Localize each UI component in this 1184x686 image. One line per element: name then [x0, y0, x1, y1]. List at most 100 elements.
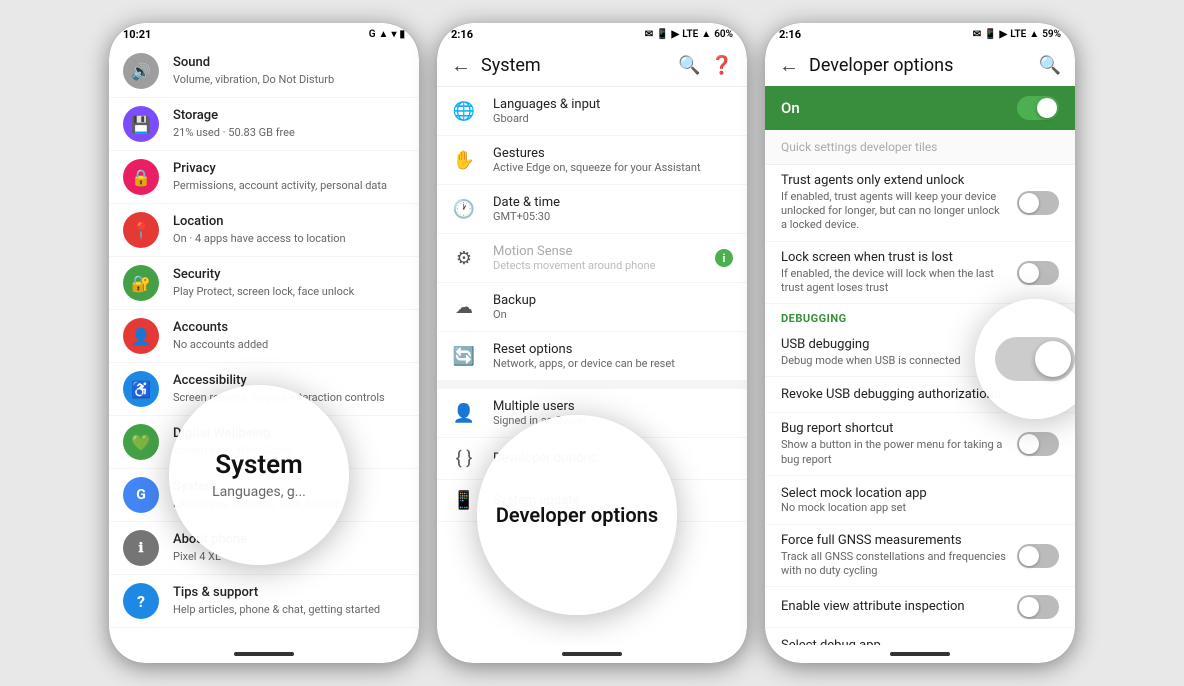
gnss-text: Force full GNSS measurements Track all G…: [781, 533, 1007, 578]
security-subtitle: Play Protect, screen lock, face unlock: [173, 285, 405, 299]
languages-icon: 🌐: [451, 101, 477, 122]
gnss-toggle[interactable]: [1017, 544, 1059, 568]
trust-agents-toggle[interactable]: [1017, 191, 1059, 215]
privacy-icon: 🔒: [123, 159, 159, 195]
sys-item-motion[interactable]: ⚙ Motion Sense Detects movement around p…: [437, 234, 747, 283]
lock-screen-text: Lock screen when trust is lost If enable…: [781, 250, 1007, 295]
dev-item-view-attr[interactable]: Enable view attribute inspection: [765, 587, 1075, 628]
dev-item-debug-app[interactable]: Select debug app: [765, 628, 1075, 645]
section-divider-2: [437, 381, 747, 389]
home-bar-line-3: [890, 652, 950, 656]
home-bar-2: [437, 645, 747, 663]
sys-item-backup[interactable]: ☁ Backup On: [437, 283, 747, 332]
settings-item-sound[interactable]: 🔊 Sound Volume, vibration, Do Not Distur…: [109, 45, 419, 98]
motion-icon: ⚙: [451, 248, 477, 269]
about-icon: ℹ: [123, 530, 159, 566]
settings-item-privacy[interactable]: 🔒 Privacy Permissions, account activity,…: [109, 151, 419, 204]
sound-title: Sound: [173, 55, 405, 72]
sys-item-reset[interactable]: 🔄 Reset options Network, apps, or device…: [437, 332, 747, 381]
settings-item-tips[interactable]: ? Tips & support Help articles, phone & …: [109, 575, 419, 628]
settings-item-accounts[interactable]: 👤 Accounts No accounts added: [109, 310, 419, 363]
system-zoom-overlay: System Languages, g...: [169, 385, 349, 565]
sys-item-languages[interactable]: 🌐 Languages & input Gboard: [437, 87, 747, 136]
battery-icon-2: 60%: [714, 29, 733, 40]
status-icons-1: G ▲ ▾ ▮: [369, 29, 405, 40]
search-icon-2[interactable]: 🔍: [678, 55, 700, 76]
google-g-icon: G: [369, 29, 376, 40]
usb-debug-big-toggle[interactable]: [995, 337, 1075, 381]
system-top-bar: ← System 🔍 ❓: [437, 45, 747, 87]
developer-zoom-overlay: Developer options: [477, 415, 677, 615]
privacy-subtitle: Permissions, account activity, personal …: [173, 179, 405, 193]
settings-item-security[interactable]: 🔐 Security Play Protect, screen lock, fa…: [109, 257, 419, 310]
phone-2: 2:16 ✉ 📱 ▶ LTE ▲ 60% ← System 🔍 ❓ 🌐 Lang…: [437, 23, 747, 663]
sys-item-datetime[interactable]: 🕐 Date & time GMT+05:30: [437, 185, 747, 234]
developer-mode-toggle[interactable]: [1017, 96, 1059, 120]
toggle-thumb-on: [1037, 98, 1057, 118]
developer-icon: { }: [451, 448, 477, 469]
gestures-icon: ✋: [451, 150, 477, 171]
motion-text: Motion Sense Detects movement around pho…: [493, 244, 655, 272]
trust-agents-text: Trust agents only extend unlock If enabl…: [781, 173, 1007, 233]
wifi-icon: ▾: [391, 29, 396, 40]
dev-item-mock-location[interactable]: Select mock location app No mock locatio…: [765, 476, 1075, 525]
help-icon-2[interactable]: ❓: [711, 55, 733, 76]
languages-text: Languages & input Gboard: [493, 97, 600, 125]
back-arrow-3[interactable]: ←: [779, 53, 799, 78]
tips-title: Tips & support: [173, 585, 405, 602]
time-1: 10:21: [123, 28, 151, 41]
location-title: Location: [173, 214, 405, 231]
accessibility-icon: ♿: [123, 371, 159, 407]
signal-icon: ▲: [379, 29, 389, 40]
back-arrow-2[interactable]: ←: [451, 53, 471, 78]
gestures-text: Gestures Active Edge on, squeeze for you…: [493, 146, 701, 174]
zoom-system-subtitle: Languages, g...: [212, 484, 306, 500]
view-attr-toggle[interactable]: [1017, 595, 1059, 619]
privacy-text: Privacy Permissions, account activity, p…: [173, 161, 405, 193]
settings-item-storage[interactable]: 💾 Storage 21% used · 50.83 GB free: [109, 98, 419, 151]
bug-report-toggle[interactable]: [1017, 432, 1059, 456]
accounts-text: Accounts No accounts added: [173, 320, 405, 352]
messages-icon: ✉: [645, 29, 653, 40]
status-bar-2: 2:16 ✉ 📱 ▶ LTE ▲ 60%: [437, 23, 747, 45]
settings-item-location[interactable]: 📍 Location On · 4 apps have access to lo…: [109, 204, 419, 257]
quick-settings-label: Quick settings developer tiles: [765, 136, 1075, 158]
privacy-title: Privacy: [173, 161, 405, 178]
lock-screen-toggle[interactable]: [1017, 261, 1059, 285]
screen-2: ← System 🔍 ❓ 🌐 Languages & input Gboard …: [437, 45, 747, 645]
dev-item-lock-screen[interactable]: Lock screen when trust is lost If enable…: [765, 242, 1075, 304]
bug-report-toggle-thumb: [1019, 434, 1039, 454]
status-bar-3: 2:16 ✉ 📱 ▶ LTE ▲ 59%: [765, 23, 1075, 45]
system-page-title: System: [481, 55, 668, 76]
accounts-subtitle: No accounts added: [173, 338, 405, 352]
digital-wellbeing-icon: 💚: [123, 424, 159, 460]
sys-item-gestures[interactable]: ✋ Gestures Active Edge on, squeeze for y…: [437, 136, 747, 185]
dev-item-trust-agents[interactable]: Trust agents only extend unlock If enabl…: [765, 165, 1075, 242]
battery-icon-3: 59%: [1042, 29, 1061, 40]
accounts-title: Accounts: [173, 320, 405, 337]
home-bar-3: [765, 645, 1075, 663]
multiuser-icon: 👤: [451, 403, 477, 424]
whatsapp-icon-3: 📱: [984, 29, 996, 40]
security-text: Security Play Protect, screen lock, face…: [173, 267, 405, 299]
usb-debug-text: USB debugging Debug mode when USB is con…: [781, 337, 1007, 368]
home-bar-line-2: [562, 652, 622, 656]
signal-icon-3: ▲: [1029, 29, 1039, 40]
battery-icon: ▮: [399, 29, 405, 40]
time-3: 2:16: [779, 28, 801, 41]
status-icons-3: ✉ 📱 ▶ LTE ▲ 59%: [973, 29, 1061, 40]
accessibility-title: Accessibility: [173, 373, 405, 390]
view-attr-toggle-thumb: [1019, 597, 1039, 617]
location-text: Location On · 4 apps have access to loca…: [173, 214, 405, 246]
dev-item-gnss[interactable]: Force full GNSS measurements Track all G…: [765, 525, 1075, 587]
datetime-icon: 🕐: [451, 199, 477, 220]
datetime-text: Date & time GMT+05:30: [493, 195, 560, 223]
motion-info-dot: i: [715, 249, 733, 267]
sound-icon: 🔊: [123, 53, 159, 89]
dev-item-usb-debug[interactable]: USB debugging Debug mode when USB is con…: [765, 329, 1075, 377]
search-icon-3[interactable]: 🔍: [1039, 55, 1061, 76]
quick-settings-item[interactable]: Quick settings developer tiles: [765, 130, 1075, 165]
status-bar-1: 10:21 G ▲ ▾ ▮: [109, 23, 419, 45]
signal-icon-2: ▲: [701, 29, 711, 40]
dev-item-bug-report[interactable]: Bug report shortcut Show a button in the…: [765, 413, 1075, 475]
